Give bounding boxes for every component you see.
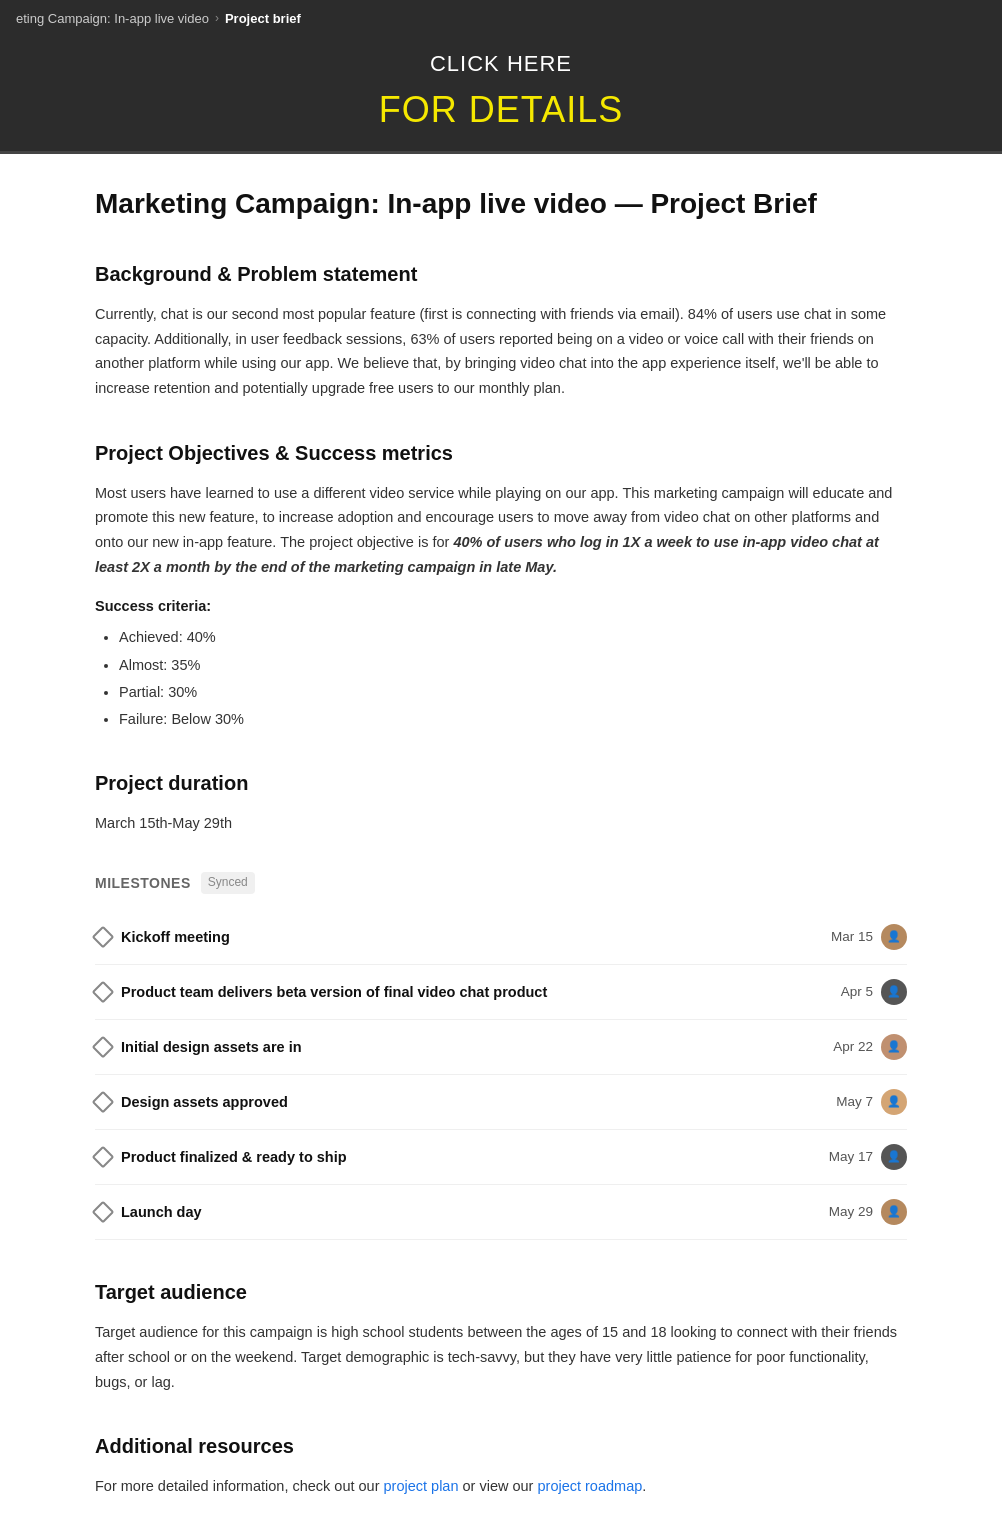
project-roadmap-link[interactable]: project roadmap xyxy=(537,1478,642,1494)
milestone-icon xyxy=(92,926,115,949)
milestone-name: Launch day xyxy=(121,1201,202,1224)
breadcrumb-parent: eting Campaign: In-app live video xyxy=(16,9,209,30)
milestone-date: May 29 xyxy=(829,1201,873,1223)
section-objectives: Project Objectives & Success metrics Mos… xyxy=(95,437,907,732)
milestone-row: Launch day May 29 👤 xyxy=(95,1185,907,1240)
milestone-date: Apr 5 xyxy=(841,981,873,1003)
milestone-left: Launch day xyxy=(95,1201,202,1224)
milestone-date: Mar 15 xyxy=(831,926,873,948)
milestone-icon xyxy=(92,1091,115,1114)
milestone-left: Product team delivers beta version of fi… xyxy=(95,981,547,1004)
section-milestones: Milestones Synced Kickoff meeting Mar 15… xyxy=(95,872,907,1240)
section-target: Target audience Target audience for this… xyxy=(95,1276,907,1394)
milestone-left: Design assets approved xyxy=(95,1091,288,1114)
milestone-date: Apr 22 xyxy=(833,1036,873,1058)
project-plan-link[interactable]: project plan xyxy=(384,1478,459,1494)
list-item: Achieved: 40% xyxy=(119,626,907,649)
section-background-heading: Background & Problem statement xyxy=(95,258,907,290)
avatar: 👤 xyxy=(881,924,907,950)
milestone-left: Product finalized & ready to ship xyxy=(95,1146,347,1169)
section-resources-body: For more detailed information, check out… xyxy=(95,1474,907,1499)
milestone-left: Initial design assets are in xyxy=(95,1036,302,1059)
milestone-name: Product finalized & ready to ship xyxy=(121,1146,347,1169)
list-item: Almost: 35% xyxy=(119,654,907,677)
milestone-row: Product finalized & ready to ship May 17… xyxy=(95,1130,907,1185)
milestone-icon xyxy=(92,1201,115,1224)
milestone-icon xyxy=(92,1036,115,1059)
success-criteria-label: Success criteria: xyxy=(95,595,907,618)
milestone-date: May 17 xyxy=(829,1146,873,1168)
section-duration-heading: Project duration xyxy=(95,767,907,799)
section-resources-heading: Additional resources xyxy=(95,1430,907,1462)
list-item: Partial: 30% xyxy=(119,681,907,704)
milestone-name: Product team delivers beta version of fi… xyxy=(121,981,547,1004)
milestone-icon xyxy=(92,981,115,1004)
section-background: Background & Problem statement Currently… xyxy=(95,258,907,401)
milestone-right: May 29 👤 xyxy=(829,1199,907,1225)
section-target-heading: Target audience xyxy=(95,1276,907,1308)
breadcrumb-current: Project brief xyxy=(225,9,301,30)
milestones-title: Milestones xyxy=(95,872,191,894)
milestone-left: Kickoff meeting xyxy=(95,926,230,949)
avatar: 👤 xyxy=(881,1144,907,1170)
milestone-right: Apr 5 👤 xyxy=(841,979,907,1005)
section-duration: Project duration March 15th-May 29th xyxy=(95,767,907,836)
section-objectives-body: Most users have learned to use a differe… xyxy=(95,481,907,580)
section-duration-dates: March 15th-May 29th xyxy=(95,811,907,836)
milestone-name: Kickoff meeting xyxy=(121,926,230,949)
banner[interactable]: CLICK HERE For Details xyxy=(0,38,1002,154)
section-background-body: Currently, chat is our second most popul… xyxy=(95,302,907,401)
section-objectives-heading: Project Objectives & Success metrics xyxy=(95,437,907,469)
banner-details-text: For Details xyxy=(0,81,1002,139)
milestone-name: Initial design assets are in xyxy=(121,1036,302,1059)
avatar: 👤 xyxy=(881,1199,907,1225)
milestone-row: Product team delivers beta version of fi… xyxy=(95,965,907,1020)
milestone-date: May 7 xyxy=(836,1091,873,1113)
breadcrumb: eting Campaign: In-app live video › Proj… xyxy=(16,9,301,30)
milestone-right: May 7 👤 xyxy=(836,1089,907,1115)
milestones-header: Milestones Synced xyxy=(95,872,907,894)
success-criteria-list: Achieved: 40% Almost: 35% Partial: 30% F… xyxy=(95,626,907,731)
milestone-right: Mar 15 👤 xyxy=(831,924,907,950)
section-resources: Additional resources For more detailed i… xyxy=(95,1430,907,1499)
resources-mid-text: or view our xyxy=(459,1478,538,1494)
avatar: 👤 xyxy=(881,979,907,1005)
breadcrumb-separator: › xyxy=(215,9,219,28)
milestone-name: Design assets approved xyxy=(121,1091,288,1114)
avatar: 👤 xyxy=(881,1034,907,1060)
section-target-body: Target audience for this campaign is hig… xyxy=(95,1320,907,1394)
milestone-right: May 17 👤 xyxy=(829,1144,907,1170)
top-bar: eting Campaign: In-app live video › Proj… xyxy=(0,0,1002,38)
main-content: Marketing Campaign: In-app live video — … xyxy=(71,154,931,1527)
milestone-row: Kickoff meeting Mar 15 👤 xyxy=(95,910,907,965)
page-title: Marketing Campaign: In-app live video — … xyxy=(95,186,907,222)
milestone-right: Apr 22 👤 xyxy=(833,1034,907,1060)
avatar: 👤 xyxy=(881,1089,907,1115)
banner-click-text: CLICK HERE xyxy=(0,46,1002,81)
list-item: Failure: Below 30% xyxy=(119,708,907,731)
resources-post-text: . xyxy=(642,1478,646,1494)
synced-badge: Synced xyxy=(201,872,255,893)
milestone-icon xyxy=(92,1146,115,1169)
milestone-row: Initial design assets are in Apr 22 👤 xyxy=(95,1020,907,1075)
milestone-row: Design assets approved May 7 👤 xyxy=(95,1075,907,1130)
resources-pre-text: For more detailed information, check out… xyxy=(95,1478,384,1494)
